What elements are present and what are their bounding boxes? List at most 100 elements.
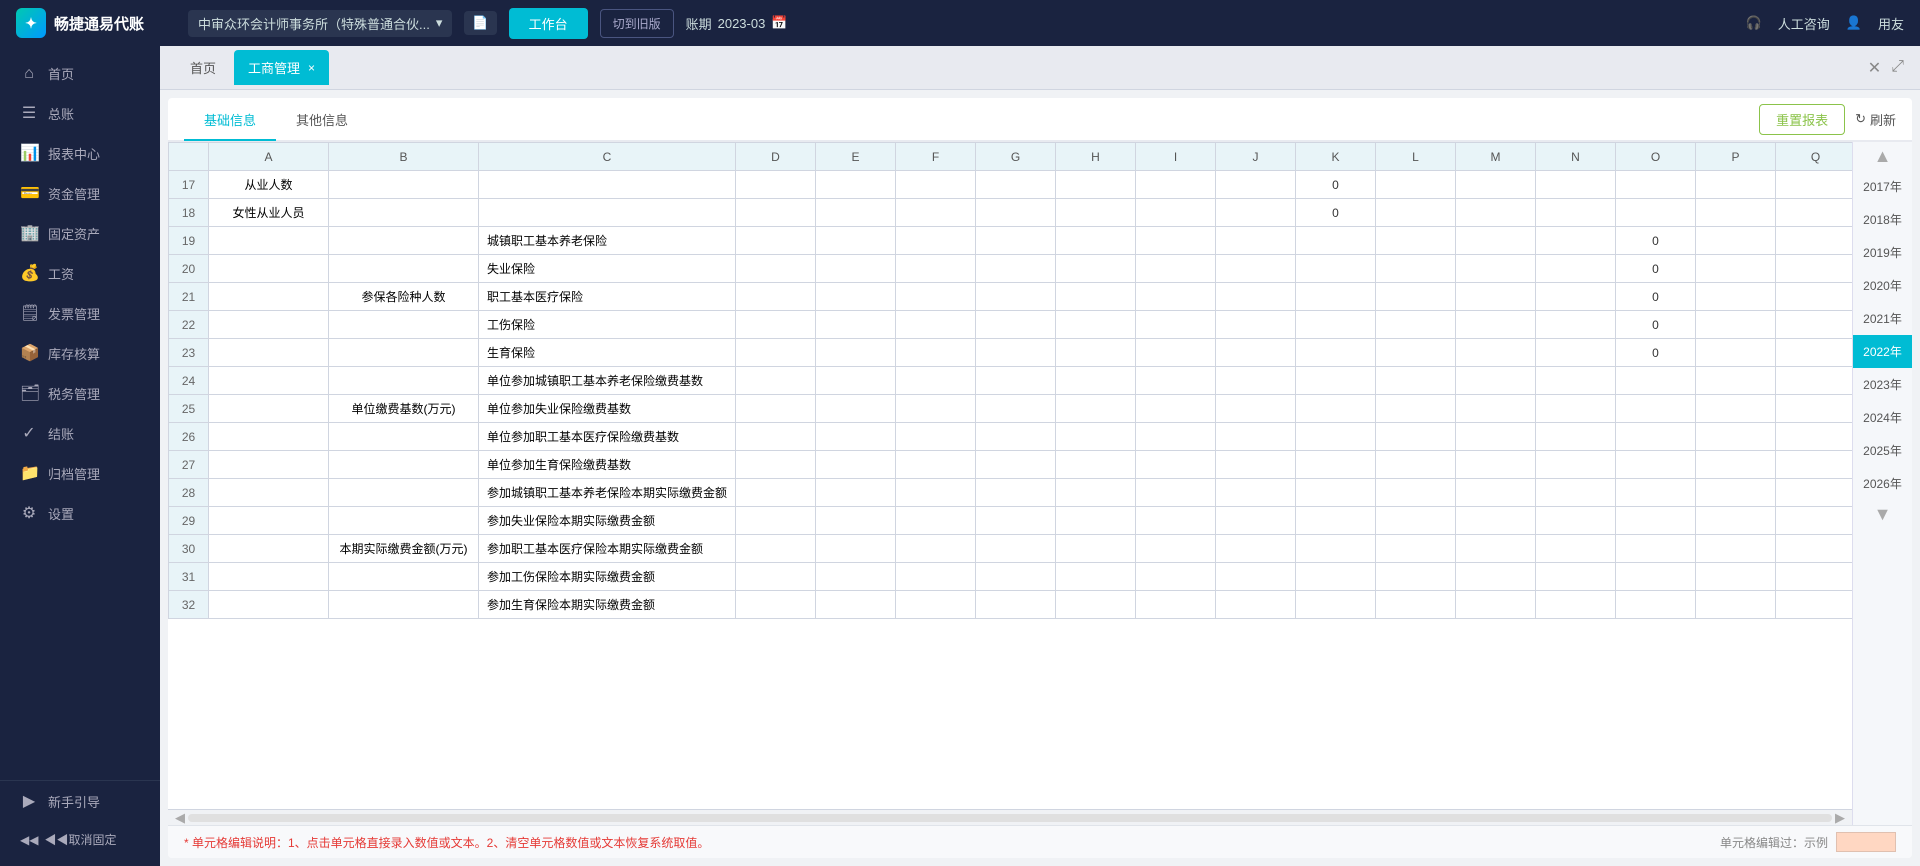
cell-H-26[interactable] <box>1056 423 1136 451</box>
cell-N-20[interactable] <box>1536 255 1616 283</box>
cell-A-32[interactable] <box>209 591 329 619</box>
cell-L-29[interactable] <box>1376 507 1456 535</box>
cell-J-30[interactable] <box>1216 535 1296 563</box>
cell-B-28[interactable] <box>329 479 479 507</box>
cell-C-20[interactable]: 失业保险 <box>479 255 736 283</box>
sidebar-item-home[interactable]: ⌂ 首页 <box>0 54 160 93</box>
cell-Q-21[interactable] <box>1776 283 1852 311</box>
cell-J-32[interactable] <box>1216 591 1296 619</box>
sidebar-item-asset[interactable]: 🏢 固定资产 <box>0 213 160 253</box>
year-scroll-down[interactable]: ▼ <box>1865 500 1901 528</box>
company-selector[interactable]: 中审众环会计师事务所（特殊普通合伙... ▾ <box>188 10 452 37</box>
cell-H-29[interactable] <box>1056 507 1136 535</box>
cell-B-17[interactable] <box>329 171 479 199</box>
cell-N-30[interactable] <box>1536 535 1616 563</box>
cell-I-27[interactable] <box>1136 451 1216 479</box>
cell-M-23[interactable] <box>1456 339 1536 367</box>
year-item-2018[interactable]: 2018年 <box>1853 203 1912 236</box>
cell-E-30[interactable] <box>816 535 896 563</box>
cell-J-24[interactable] <box>1216 367 1296 395</box>
cell-A-31[interactable] <box>209 563 329 591</box>
cell-L-27[interactable] <box>1376 451 1456 479</box>
cell-G-24[interactable] <box>976 367 1056 395</box>
sidebar-item-report[interactable]: 📊 报表中心 <box>0 133 160 173</box>
cell-I-32[interactable] <box>1136 591 1216 619</box>
doc-icon[interactable]: 📄 <box>464 11 496 35</box>
tab-industrial[interactable]: 工商管理 × <box>234 50 329 85</box>
cell-M-21[interactable] <box>1456 283 1536 311</box>
cell-P-30[interactable] <box>1696 535 1776 563</box>
cell-D-25[interactable] <box>736 395 816 423</box>
year-scroll-up[interactable]: ▲ <box>1865 142 1901 170</box>
cell-E-24[interactable] <box>816 367 896 395</box>
cell-C-25[interactable]: 单位参加失业保险缴费基数 <box>479 395 736 423</box>
cell-B-21[interactable]: 参保各险种人数 <box>329 283 479 311</box>
cell-K-20[interactable] <box>1296 255 1376 283</box>
cell-K-21[interactable] <box>1296 283 1376 311</box>
cell-N-28[interactable] <box>1536 479 1616 507</box>
cell-C-30[interactable]: 参加职工基本医疗保险本期实际缴费金额 <box>479 535 736 563</box>
cell-J-19[interactable] <box>1216 227 1296 255</box>
cell-I-17[interactable] <box>1136 171 1216 199</box>
cell-N-25[interactable] <box>1536 395 1616 423</box>
cell-D-23[interactable] <box>736 339 816 367</box>
cell-P-18[interactable] <box>1696 199 1776 227</box>
cell-E-21[interactable] <box>816 283 896 311</box>
year-item-2026[interactable]: 2026年 <box>1853 467 1912 500</box>
cell-E-23[interactable] <box>816 339 896 367</box>
cell-N-21[interactable] <box>1536 283 1616 311</box>
cell-M-28[interactable] <box>1456 479 1536 507</box>
cell-M-26[interactable] <box>1456 423 1536 451</box>
cell-O-30[interactable] <box>1616 535 1696 563</box>
cell-G-27[interactable] <box>976 451 1056 479</box>
calendar-icon[interactable]: 📅 <box>771 15 787 31</box>
cell-G-28[interactable] <box>976 479 1056 507</box>
cell-Q-23[interactable] <box>1776 339 1852 367</box>
cell-B-32[interactable] <box>329 591 479 619</box>
cell-B-27[interactable] <box>329 451 479 479</box>
cell-N-31[interactable] <box>1536 563 1616 591</box>
sidebar-pin-button[interactable]: ◀◀ ◀◀取消固定 <box>0 821 160 858</box>
cell-Q-29[interactable] <box>1776 507 1852 535</box>
cell-N-29[interactable] <box>1536 507 1616 535</box>
cell-M-31[interactable] <box>1456 563 1536 591</box>
sheet-scroll-area[interactable]: A B C D E F G H I J <box>168 142 1852 809</box>
sidebar-item-guide[interactable]: ▶ 新手引导 <box>0 781 160 821</box>
cell-F-18[interactable] <box>896 199 976 227</box>
cell-I-26[interactable] <box>1136 423 1216 451</box>
cell-G-21[interactable] <box>976 283 1056 311</box>
cell-F-25[interactable] <box>896 395 976 423</box>
scroll-right-btn[interactable]: ▶ <box>1832 810 1848 826</box>
cell-D-26[interactable] <box>736 423 816 451</box>
cell-P-23[interactable] <box>1696 339 1776 367</box>
sidebar-item-salary[interactable]: 💰 工资 <box>0 253 160 293</box>
cell-M-18[interactable] <box>1456 199 1536 227</box>
consult-label[interactable]: 人工咨询 <box>1778 14 1830 33</box>
cell-F-23[interactable] <box>896 339 976 367</box>
cell-D-21[interactable] <box>736 283 816 311</box>
cell-E-28[interactable] <box>816 479 896 507</box>
cell-H-25[interactable] <box>1056 395 1136 423</box>
cell-G-30[interactable] <box>976 535 1056 563</box>
cell-F-31[interactable] <box>896 563 976 591</box>
cell-K-24[interactable] <box>1296 367 1376 395</box>
cell-C-31[interactable]: 参加工伤保险本期实际缴费金额 <box>479 563 736 591</box>
cell-P-29[interactable] <box>1696 507 1776 535</box>
cell-I-29[interactable] <box>1136 507 1216 535</box>
cell-A-17[interactable]: 从业人数 <box>209 171 329 199</box>
cell-G-32[interactable] <box>976 591 1056 619</box>
cell-N-19[interactable] <box>1536 227 1616 255</box>
cell-O-25[interactable] <box>1616 395 1696 423</box>
sidebar-item-closing[interactable]: ✓ 结账 <box>0 413 160 453</box>
cell-Q-30[interactable] <box>1776 535 1852 563</box>
cell-L-23[interactable] <box>1376 339 1456 367</box>
cell-B-24[interactable] <box>329 367 479 395</box>
cell-I-19[interactable] <box>1136 227 1216 255</box>
year-item-2017[interactable]: 2017年 <box>1853 170 1912 203</box>
cell-D-18[interactable] <box>736 199 816 227</box>
cell-P-32[interactable] <box>1696 591 1776 619</box>
cell-K-22[interactable] <box>1296 311 1376 339</box>
cell-M-24[interactable] <box>1456 367 1536 395</box>
cell-L-26[interactable] <box>1376 423 1456 451</box>
cell-D-24[interactable] <box>736 367 816 395</box>
